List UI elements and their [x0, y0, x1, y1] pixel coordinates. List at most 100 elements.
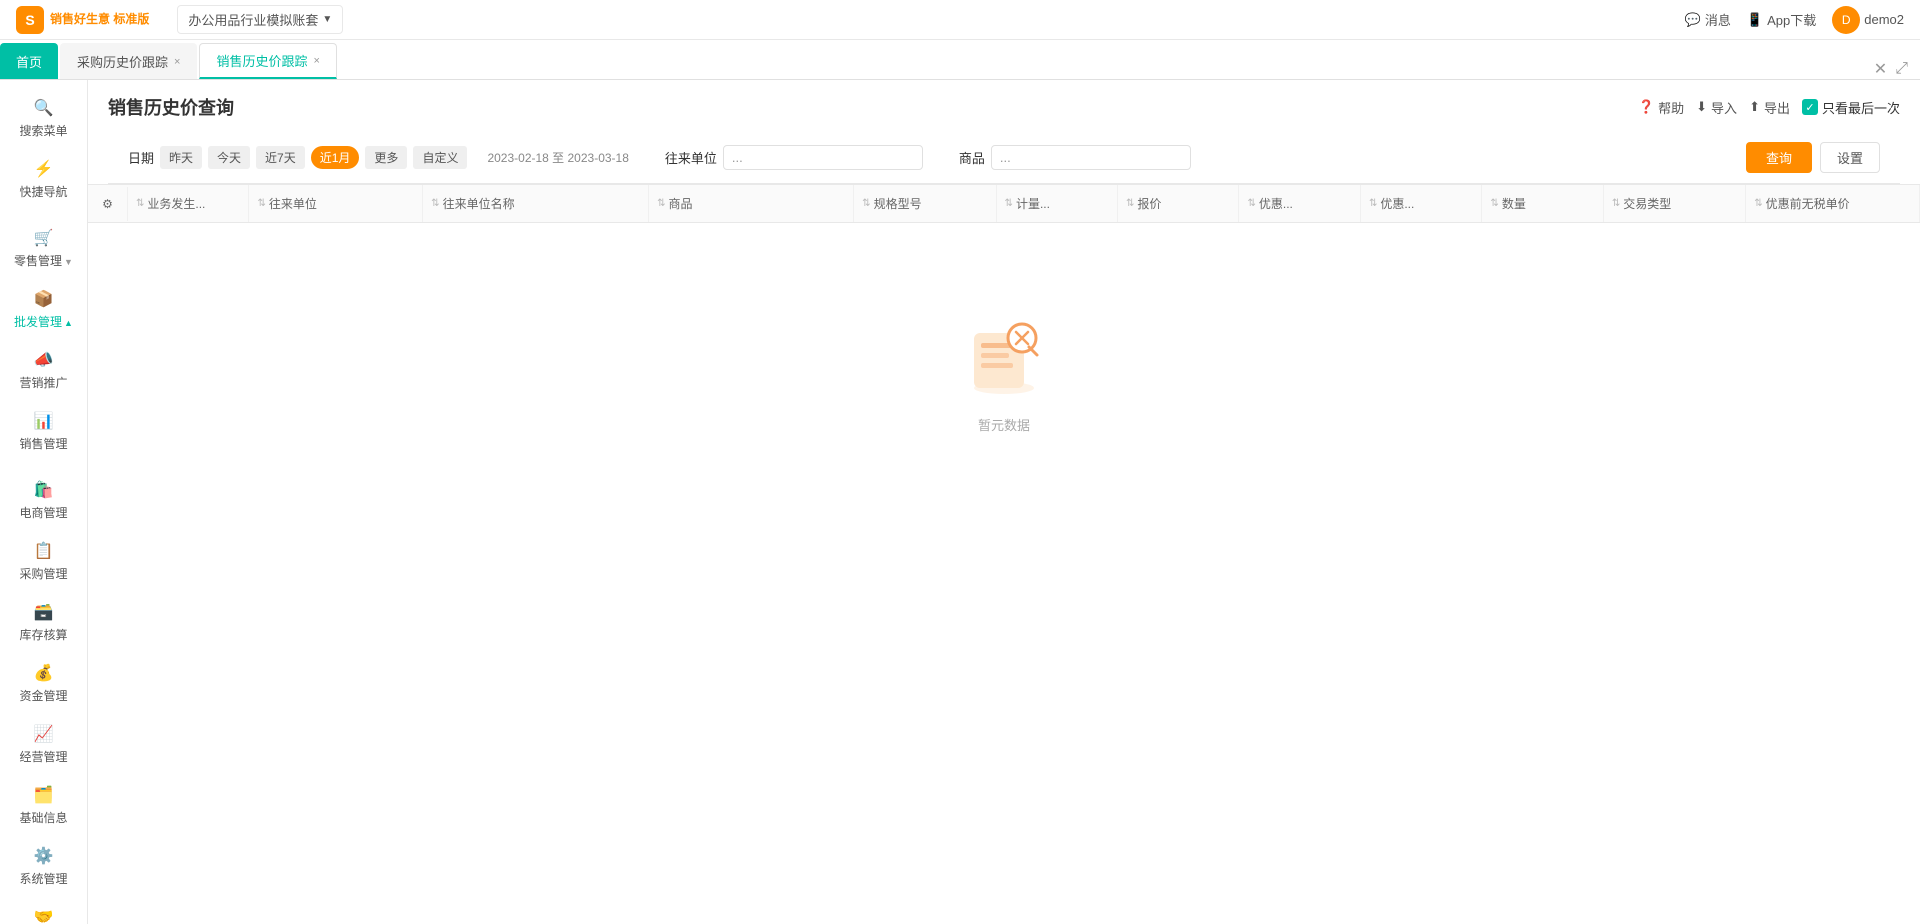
message-icon: 💬 [1685, 12, 1701, 28]
th-date[interactable]: ⇅ 业务发生... [128, 185, 249, 222]
th-qty[interactable]: ⇅ 数量 [1482, 185, 1603, 222]
product-label: 商品 [959, 148, 985, 167]
checkbox-icon: ✓ [1802, 99, 1818, 115]
counterparty-input[interactable]: ... [723, 145, 923, 170]
help-label: 帮助 [1658, 98, 1684, 117]
sort-icon-discount2: ⇅ [1369, 198, 1377, 209]
tab-bar: 首页 采购历史价跟踪 × 销售历史价跟踪 × ✕ ⤢ [0, 40, 1920, 80]
sidebar-item-finance[interactable]: 💰 资金管理 [0, 653, 87, 714]
th-discount1-label: 优惠... [1259, 195, 1293, 212]
sidebar-item-cooperation[interactable]: 🤝 企业协同 [0, 897, 87, 924]
app-download-button[interactable]: 📱 App下载 [1747, 10, 1816, 29]
close-window-button[interactable]: ✕ [1874, 59, 1887, 79]
sort-icon-qty: ⇅ [1490, 198, 1498, 209]
export-icon: ⬆ [1749, 99, 1760, 115]
sidebar-item-wholesale[interactable]: 📦 批发管理 [0, 279, 87, 340]
counterparty-filter: 往来单位 ... [665, 145, 923, 170]
gear-icon: ⚙ [102, 197, 113, 211]
page-actions: ❓ 帮助 ⬇ 导入 ⬆ 导出 ✓ 只看最后一次 [1638, 98, 1900, 117]
tab-sales-close[interactable]: × [313, 55, 319, 67]
sidebar-item-salesmgmt[interactable]: 📊 销售管理 [0, 401, 87, 462]
marketing-icon: 📣 [34, 350, 54, 370]
inventory-icon: 🗃️ [34, 602, 54, 622]
th-measure-label: 计量... [1016, 195, 1050, 212]
tab-sales-label: 销售历史价跟踪 [216, 51, 307, 70]
sidebar-item-basic[interactable]: 🗂️ 基础信息 [0, 775, 87, 836]
sidebar-item-retail-label: 零售管理 [14, 252, 73, 269]
sidebar: 🔍 搜索菜单 ⚡ 快捷导航 🛒 零售管理 📦 批发管理 📣 营销推广 📊 销售管… [0, 80, 88, 924]
user-profile[interactable]: D demo2 [1832, 6, 1904, 34]
export-label: 导出 [1764, 98, 1790, 117]
avatar: D [1832, 6, 1860, 34]
sidebar-item-retail[interactable]: 🛒 零售管理 [0, 218, 87, 279]
maximize-window-button[interactable]: ⤢ [1895, 60, 1908, 78]
company-selector[interactable]: 办公用品行业模拟账套 ▼ [177, 5, 343, 34]
only-last-checkbox[interactable]: ✓ 只看最后一次 [1802, 98, 1900, 117]
message-button[interactable]: 💬 消息 [1685, 10, 1731, 29]
sidebar-item-quicknav[interactable]: ⚡ 快捷导航 [0, 149, 87, 210]
sidebar-item-operations[interactable]: 📈 经营管理 [0, 714, 87, 775]
tab-home[interactable]: 首页 [0, 43, 58, 79]
th-spec-label: 规格型号 [874, 195, 922, 212]
help-button[interactable]: ❓ 帮助 [1638, 98, 1684, 117]
sidebar-item-ecommerce[interactable]: 🛍️ 电商管理 [0, 470, 87, 531]
sidebar-item-marketing-label: 营销推广 [19, 374, 67, 391]
import-icon: ⬇ [1696, 99, 1707, 115]
date-btn-7days[interactable]: 近7天 [256, 146, 305, 169]
tab-sales[interactable]: 销售历史价跟踪 × [199, 43, 336, 79]
import-button[interactable]: ⬇ 导入 [1696, 98, 1737, 117]
download-icon: 📱 [1747, 12, 1763, 28]
chevron-down-icon: ▼ [322, 14, 332, 25]
sort-icon-discount1: ⇅ [1247, 198, 1255, 209]
th-product[interactable]: ⇅ 商品 [649, 185, 854, 222]
date-btn-yesterday[interactable]: 昨天 [160, 146, 202, 169]
sidebar-item-search[interactable]: 🔍 搜索菜单 [0, 88, 87, 149]
tab-home-label: 首页 [16, 52, 42, 71]
th-product-label: 商品 [669, 195, 693, 212]
date-btn-1month[interactable]: 近1月 [311, 146, 360, 169]
th-spec[interactable]: ⇅ 规格型号 [854, 185, 996, 222]
product-placeholder: ... [1000, 150, 1011, 165]
th-unitname[interactable]: ⇅ 往来单位名称 [423, 185, 649, 222]
th-discount1[interactable]: ⇅ 优惠... [1239, 185, 1360, 222]
operations-icon: 📈 [34, 724, 54, 744]
page-title: 销售历史价查询 [108, 94, 234, 120]
date-btn-more[interactable]: 更多 [365, 146, 407, 169]
sidebar-item-marketing[interactable]: 📣 营销推广 [0, 340, 87, 401]
logo-icon: S [16, 6, 44, 34]
empty-icon [954, 303, 1054, 403]
top-bar-left: S 销售好生意 标准版 办公用品行业模拟账套 ▼ [16, 5, 343, 34]
sort-icon-product: ⇅ [657, 198, 665, 209]
sidebar-item-wholesale-label: 批发管理 [14, 313, 73, 330]
th-measure[interactable]: ⇅ 计量... [997, 185, 1118, 222]
empty-text: 暂元数据 [978, 415, 1030, 434]
sidebar-item-inventory[interactable]: 🗃️ 库存核算 [0, 592, 87, 653]
sort-icon-spec: ⇅ [862, 198, 870, 209]
tab-purchase[interactable]: 采购历史价跟踪 × [60, 43, 197, 79]
sidebar-item-purchase-label: 采购管理 [19, 565, 67, 582]
setting-button[interactable]: 设置 [1820, 142, 1880, 173]
th-tradetype[interactable]: ⇅ 交易类型 [1604, 185, 1746, 222]
tab-purchase-close[interactable]: × [174, 56, 180, 68]
sort-icon-measure: ⇅ [1005, 198, 1013, 209]
sidebar-item-system[interactable]: ⚙️ 系统管理 [0, 836, 87, 897]
sort-icon-unitname: ⇅ [431, 198, 439, 209]
sidebar-item-purchase[interactable]: 📋 采购管理 [0, 531, 87, 592]
query-button[interactable]: 查询 [1746, 142, 1812, 173]
filter-row: 日期 昨天 今天 近7天 近1月 更多 自定义 2023-02-18 至 202… [108, 132, 1900, 184]
sort-icon: ⇅ [136, 198, 144, 209]
purchase-icon: 📋 [34, 541, 54, 561]
counterparty-label: 往来单位 [665, 148, 717, 167]
table-header: ⚙ ⇅ 业务发生... ⇅ 往来单位 ⇅ 往来单位名称 ⇅ 商品 [88, 185, 1920, 223]
empty-state: 暂元数据 [88, 223, 1920, 514]
th-notaxprice[interactable]: ⇅ 优惠前无税单价 [1746, 185, 1920, 222]
date-btn-custom[interactable]: 自定义 [413, 146, 467, 169]
export-button[interactable]: ⬆ 导出 [1749, 98, 1790, 117]
th-gear[interactable]: ⚙ [88, 187, 128, 221]
import-label: 导入 [1711, 98, 1737, 117]
th-discount2[interactable]: ⇅ 优惠... [1361, 185, 1482, 222]
th-price[interactable]: ⇅ 报价 [1118, 185, 1239, 222]
th-unit[interactable]: ⇅ 往来单位 [249, 185, 423, 222]
product-input[interactable]: ... [991, 145, 1191, 170]
date-btn-today[interactable]: 今天 [208, 146, 250, 169]
